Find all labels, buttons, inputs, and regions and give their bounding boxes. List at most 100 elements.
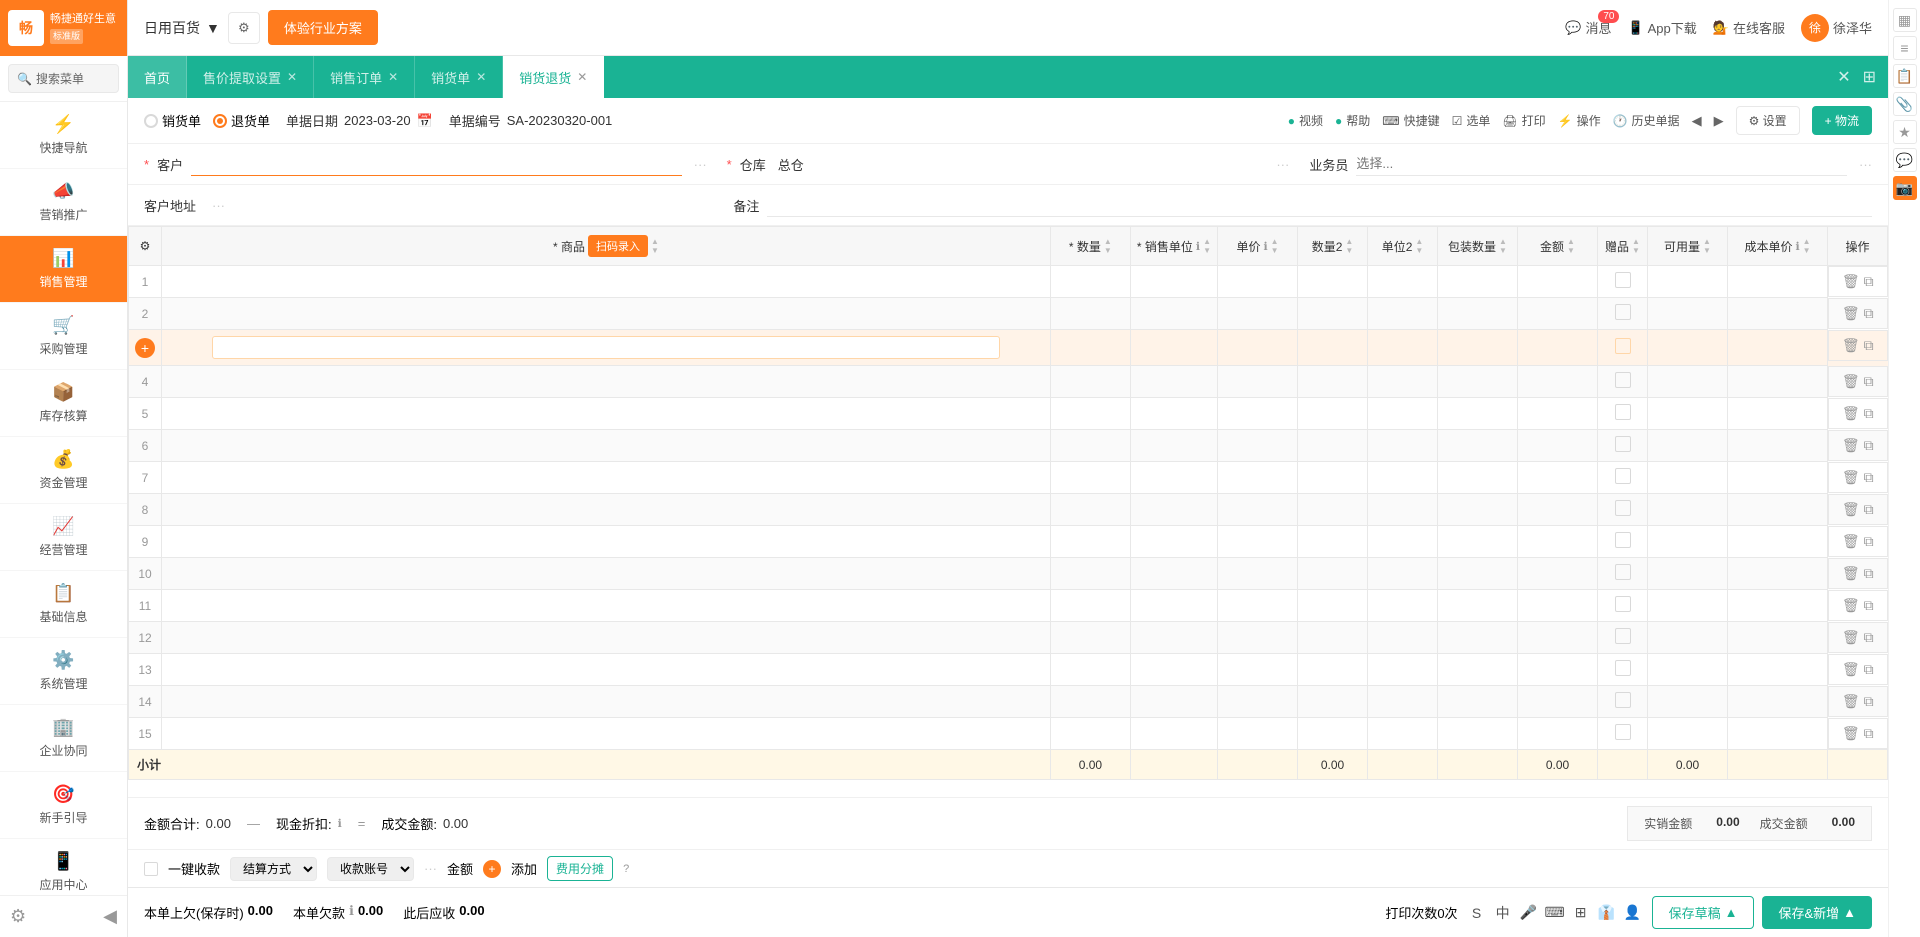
copy-row-1[interactable]: ⧉ — [1864, 273, 1874, 290]
copy-row-10[interactable]: ⧉ — [1864, 565, 1874, 582]
warehouse-dots[interactable]: ··· — [1276, 157, 1289, 172]
sidebar-item-marketing[interactable]: 📣 营销推广 — [0, 169, 127, 236]
tab-close-sales-order[interactable]: ✕ — [388, 70, 398, 84]
delete-row-7[interactable]: 🗑 — [1842, 469, 1860, 486]
delete-row-3[interactable]: 🗑 — [1842, 337, 1860, 354]
gift-checkbox-6[interactable] — [1615, 436, 1631, 452]
copy-row-6[interactable]: ⧉ — [1864, 437, 1874, 454]
delete-row-11[interactable]: 🗑 — [1842, 597, 1860, 614]
gift-checkbox-9[interactable] — [1615, 532, 1631, 548]
sidebar-settings-btn[interactable]: ⚙ — [10, 906, 26, 927]
delete-row-9[interactable]: 🗑 — [1842, 533, 1860, 550]
daily-goods-selector[interactable]: 日用百货 ▼ — [144, 18, 220, 38]
save-draft-button[interactable]: 保存草稿 ▲ — [1652, 896, 1755, 929]
return-radio[interactable]: 退货单 — [213, 111, 270, 130]
online-service-button[interactable]: 💁 在线客服 — [1713, 18, 1785, 37]
price-info-icon[interactable]: ℹ — [1263, 240, 1267, 253]
calendar-icon[interactable]: 📅 — [417, 113, 433, 129]
gift-checkbox-8[interactable] — [1615, 500, 1631, 516]
header-settings-btn[interactable]: ⚙ — [228, 12, 260, 44]
copy-row-7[interactable]: ⧉ — [1864, 469, 1874, 486]
sidebar-item-enterprise[interactable]: 🏢 企业协同 — [0, 705, 127, 772]
s-icon[interactable]: S — [1466, 902, 1488, 924]
gift-checkbox-12[interactable] — [1615, 628, 1631, 644]
salesperson-dots[interactable]: ··· — [1859, 157, 1872, 172]
scan-input-btn[interactable]: 扫码录入 — [588, 235, 648, 257]
copy-row-9[interactable]: ⧉ — [1864, 533, 1874, 550]
logistics-btn[interactable]: + 物流 — [1812, 106, 1872, 135]
delete-row-1[interactable]: 🗑 — [1842, 273, 1860, 290]
sidebar-item-system[interactable]: ⚙️ 系统管理 — [0, 638, 127, 705]
col-header-settings[interactable]: ⚙ — [129, 227, 162, 266]
tab-home[interactable]: 首页 — [128, 56, 187, 98]
product-cell-2[interactable] — [162, 298, 1051, 330]
qty2-sort[interactable]: ▲▼ — [1345, 237, 1353, 255]
tab-close-all-btn[interactable]: ✕ — [1833, 63, 1854, 91]
settlement-select[interactable]: 结算方式 — [230, 857, 317, 881]
tab-sales-delivery[interactable]: 销货单 ✕ — [415, 56, 503, 98]
gift-checkbox-1[interactable] — [1615, 272, 1631, 288]
cost-sort[interactable]: ▲▼ — [1803, 237, 1811, 255]
history-action[interactable]: 🕐 历史单据 — [1613, 112, 1680, 129]
search-menu-button[interactable]: 🔍 搜索菜单 — [8, 64, 119, 93]
amount-sort[interactable]: ▲▼ — [1567, 237, 1575, 255]
price-sort[interactable]: ▲▼ — [1271, 237, 1279, 255]
tab-close-sales-delivery[interactable]: ✕ — [476, 70, 486, 84]
delete-row-2[interactable]: 🗑 — [1842, 305, 1860, 322]
gift-checkbox-15[interactable] — [1615, 724, 1631, 740]
sidebar-item-appstore[interactable]: 📱 应用中心 — [0, 839, 127, 895]
sidebar-search[interactable]: 🔍 搜索菜单 — [0, 56, 127, 102]
shirt-icon[interactable]: 👔 — [1596, 902, 1618, 924]
settings-toolbar-btn[interactable]: ⚙ 设置 — [1736, 106, 1800, 135]
gift-checkbox-7[interactable] — [1615, 468, 1631, 484]
sidebar-item-shortcuts[interactable]: ⚡ 快捷导航 — [0, 102, 127, 169]
tab-close-price-settings[interactable]: ✕ — [287, 70, 297, 84]
delete-row-14[interactable]: 🗑 — [1842, 693, 1860, 710]
product-input-3[interactable] — [212, 336, 1000, 359]
add-payment-btn[interactable]: + — [483, 860, 501, 878]
operate-action[interactable]: ⚡ 操作 — [1558, 112, 1601, 129]
sidebar-item-purchase[interactable]: 🛒 采购管理 — [0, 303, 127, 370]
salesperson-input[interactable] — [1356, 152, 1847, 176]
print-action[interactable]: 🖨 打印 — [1502, 112, 1545, 129]
save-new-button[interactable]: 保存&新增 ▲ — [1762, 896, 1872, 929]
float-btn-5[interactable]: ★ — [1893, 120, 1917, 144]
copy-row-4[interactable]: ⧉ — [1864, 373, 1874, 390]
account-dots[interactable]: ··· — [424, 861, 437, 876]
fee-split-btn[interactable]: 费用分摊 — [547, 856, 613, 881]
tab-price-settings[interactable]: 售价提取设置 ✕ — [187, 56, 314, 98]
float-btn-2[interactable]: ≡ — [1893, 36, 1917, 60]
delete-row-12[interactable]: 🗑 — [1842, 629, 1860, 646]
gift-checkbox-2[interactable] — [1615, 304, 1631, 320]
delete-row-4[interactable]: 🗑 — [1842, 373, 1860, 390]
app-download-button[interactable]: 📱 App下载 — [1627, 18, 1696, 37]
keyboard-icon[interactable]: ⌨ — [1544, 902, 1566, 924]
tab-sales-order[interactable]: 销售订单 ✕ — [314, 56, 415, 98]
sidebar-item-guide[interactable]: 🎯 新手引导 — [0, 772, 127, 839]
unit-info-icon[interactable]: ℹ — [1196, 240, 1200, 253]
customer-dots[interactable]: ··· — [694, 157, 707, 172]
sidebar-item-basic[interactable]: 📋 基础信息 — [0, 571, 127, 638]
product-cell-1[interactable] — [162, 266, 1051, 298]
product-sort[interactable]: ▲▼ — [651, 237, 659, 255]
help-action[interactable]: ● 帮助 — [1335, 112, 1370, 129]
sidebar-collapse-btn[interactable]: ◀ — [103, 906, 117, 927]
sidebar-item-inventory[interactable]: 📦 库存核算 — [0, 370, 127, 437]
gift-checkbox-14[interactable] — [1615, 692, 1631, 708]
address-dots[interactable]: ··· — [212, 198, 225, 213]
sidebar-item-sales[interactable]: 📊 销售管理 — [0, 236, 127, 303]
gift-sort[interactable]: ▲▼ — [1632, 237, 1640, 255]
tab-sales-return[interactable]: 销货退货 ✕ — [503, 56, 604, 98]
delete-row-8[interactable]: 🗑 — [1842, 501, 1860, 518]
sidebar-item-finance[interactable]: 💰 资金管理 — [0, 437, 127, 504]
float-btn-7[interactable]: 📷 — [1893, 176, 1917, 200]
user-icon[interactable]: 👤 — [1622, 902, 1644, 924]
copy-row-8[interactable]: ⧉ — [1864, 501, 1874, 518]
unit2-sort[interactable]: ▲▼ — [1415, 237, 1423, 255]
notification-button[interactable]: 💬 消息 70 — [1565, 18, 1611, 37]
shortcut-action[interactable]: ⌨ 快捷键 — [1382, 112, 1439, 129]
pack-sort[interactable]: ▲▼ — [1499, 237, 1507, 255]
discount-info-icon[interactable]: ℹ — [338, 817, 342, 830]
float-btn-1[interactable]: ▦ — [1893, 8, 1917, 32]
gift-checkbox-3[interactable] — [1615, 338, 1631, 354]
